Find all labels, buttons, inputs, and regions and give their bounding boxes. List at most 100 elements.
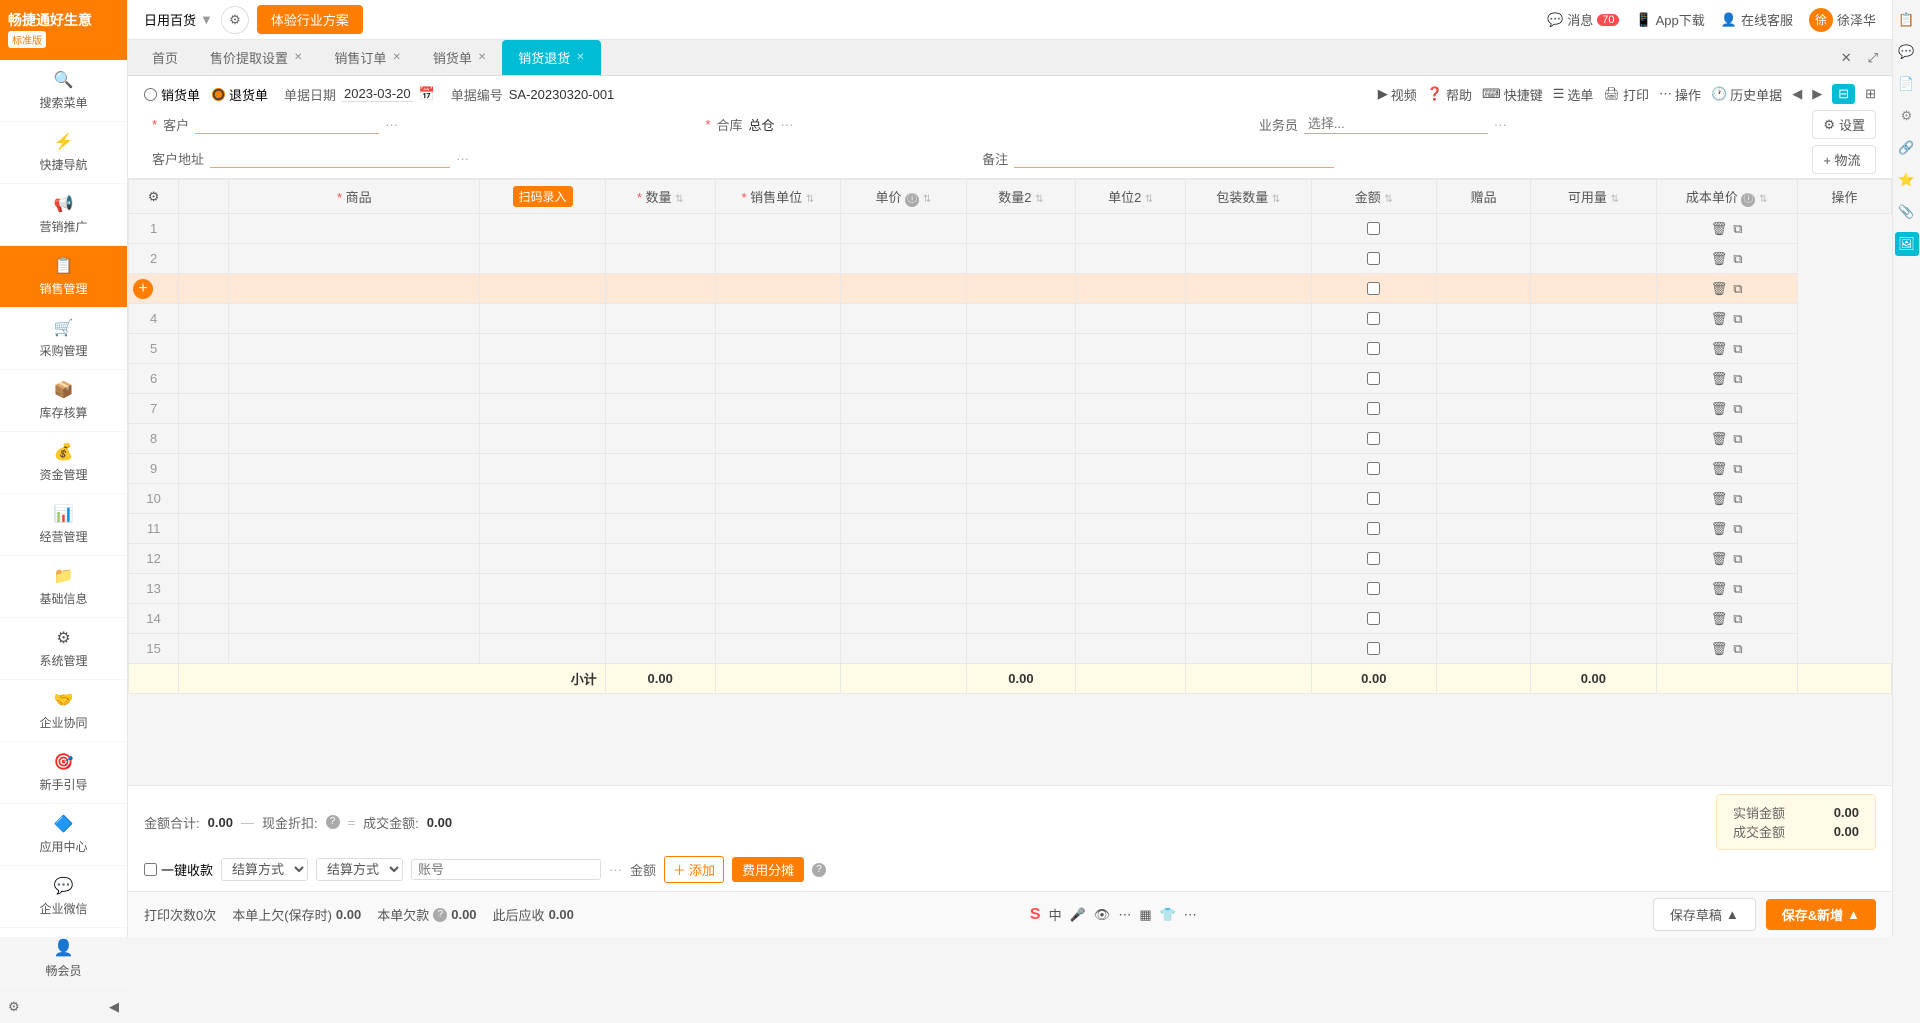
price-cell-13[interactable] — [715, 574, 840, 604]
price-cell-1[interactable] — [715, 214, 840, 244]
sidebar-item-14[interactable]: 👤畅会员 — [0, 928, 127, 990]
date-value[interactable]: 2023-03-20 — [342, 86, 413, 102]
panel-btn-1[interactable]: 📋 — [1895, 8, 1919, 32]
return-radio-input[interactable] — [212, 88, 225, 101]
amount-cell-6[interactable] — [1186, 364, 1311, 394]
sidebar-item-0[interactable]: 🔍搜索菜单 — [0, 60, 127, 122]
unit-cell-2[interactable] — [605, 244, 715, 274]
product-input-15[interactable] — [183, 641, 224, 656]
delete-icon-10[interactable]: 🗑 — [1711, 491, 1728, 507]
copy-icon-4[interactable]: ⧉ — [1733, 311, 1742, 327]
qty2-cell-2[interactable] — [841, 244, 966, 274]
avail-sort-icon[interactable]: ⇅ — [1610, 194, 1618, 205]
return-radio[interactable]: 退货单 — [212, 85, 268, 104]
sidebar-item-12[interactable]: 🔷应用中心 — [0, 804, 127, 866]
qty2-cell-8[interactable] — [841, 424, 966, 454]
unit-cell-11[interactable] — [605, 514, 715, 544]
product-input-13[interactable] — [183, 581, 224, 596]
gift-cell-9[interactable] — [1311, 454, 1436, 484]
sidebar-item-9[interactable]: ⚙系统管理 — [0, 618, 127, 680]
copy-icon-15[interactable]: ⧉ — [1733, 641, 1742, 657]
gift-cell-3[interactable] — [1311, 274, 1436, 304]
delete-icon-9[interactable]: 🗑 — [1711, 461, 1728, 477]
gift-checkbox-3[interactable] — [1367, 282, 1380, 295]
gift-checkbox-5[interactable] — [1367, 342, 1380, 355]
qty-cell-1[interactable] — [480, 214, 605, 244]
amount-cell-8[interactable] — [1186, 424, 1311, 454]
amount-cell-5[interactable] — [1186, 334, 1311, 364]
amount-cell-15[interactable] — [1186, 634, 1311, 664]
salesperson-picker[interactable]: ··· — [1494, 117, 1507, 132]
sidebar-item-7[interactable]: 📊经营管理 — [0, 494, 127, 556]
unit2-cell-13[interactable] — [966, 574, 1076, 604]
gift-checkbox-13[interactable] — [1367, 582, 1380, 595]
collapse-icon[interactable]: ◀ — [109, 999, 119, 1015]
unit-cell-12[interactable] — [605, 544, 715, 574]
panel-btn-6[interactable]: ⭐ — [1895, 168, 1919, 192]
price-cell-11[interactable] — [715, 514, 840, 544]
price-cell-10[interactable] — [715, 484, 840, 514]
unit2-cell-14[interactable] — [966, 604, 1076, 634]
next-record-icon[interactable]: ▶ — [1812, 86, 1822, 102]
qty2-sort-icon[interactable]: ⇅ — [1035, 194, 1043, 205]
expense-help-icon[interactable]: ? — [812, 863, 826, 877]
product-cell-9[interactable] — [179, 454, 229, 484]
grid-view-btn[interactable]: ⊟ — [1832, 84, 1855, 104]
account-select[interactable]: 结算方式 — [316, 858, 403, 881]
price-cell-4[interactable] — [715, 304, 840, 334]
qty2-cell-15[interactable] — [841, 634, 966, 664]
product-cell-14[interactable] — [179, 604, 229, 634]
pack-cell-3[interactable] — [1076, 274, 1186, 304]
unit2-cell-9[interactable] — [966, 454, 1076, 484]
gift-cell-5[interactable] — [1311, 334, 1436, 364]
video-btn[interactable]: ▶ 视频 — [1378, 85, 1417, 104]
delete-icon-8[interactable]: 🗑 — [1711, 431, 1728, 447]
qty-cell-9[interactable] — [480, 454, 605, 484]
product-input-1[interactable] — [183, 221, 224, 236]
amount-cell-12[interactable] — [1186, 544, 1311, 574]
qty-cell-5[interactable] — [480, 334, 605, 364]
gift-cell-10[interactable] — [1311, 484, 1436, 514]
unit2-cell-8[interactable] — [966, 424, 1076, 454]
product-cell-5[interactable] — [179, 334, 229, 364]
copy-icon-9[interactable]: ⧉ — [1733, 461, 1742, 477]
price-cell-12[interactable] — [715, 544, 840, 574]
price-sort-icon[interactable]: ⇅ — [923, 194, 931, 205]
history-btn[interactable]: 🕐 历史单据 — [1711, 85, 1782, 104]
product-input-5[interactable] — [183, 341, 224, 356]
panel-btn-3[interactable]: 📄 — [1895, 72, 1919, 96]
delete-icon-3[interactable]: 🗑 — [1711, 281, 1728, 297]
unit2-cell-12[interactable] — [966, 544, 1076, 574]
gift-cell-13[interactable] — [1311, 574, 1436, 604]
product-cell-15[interactable] — [179, 634, 229, 664]
online-service-item[interactable]: 👤 在线客服 — [1721, 10, 1793, 29]
shortcut-btn[interactable]: ⌨ 快捷键 — [1482, 85, 1543, 104]
delete-icon-4[interactable]: 🗑 — [1711, 311, 1728, 327]
tab-0[interactable]: 首页 — [136, 40, 194, 75]
gift-checkbox-6[interactable] — [1367, 372, 1380, 385]
gift-checkbox-10[interactable] — [1367, 492, 1380, 505]
copy-icon-2[interactable]: ⧉ — [1733, 251, 1742, 267]
pack-cell-13[interactable] — [1076, 574, 1186, 604]
select-btn[interactable]: ☰ 选单 — [1553, 85, 1594, 104]
sale-radio[interactable]: 销货单 — [144, 85, 200, 104]
pack-cell-14[interactable] — [1076, 604, 1186, 634]
gift-checkbox-8[interactable] — [1367, 432, 1380, 445]
qty-cell-2[interactable] — [480, 244, 605, 274]
unit-cell-5[interactable] — [605, 334, 715, 364]
gift-checkbox-1[interactable] — [1367, 222, 1380, 235]
gift-cell-4[interactable] — [1311, 304, 1436, 334]
delete-icon-5[interactable]: 🗑 — [1711, 341, 1728, 357]
tab-close-2[interactable]: ✕ — [392, 52, 400, 63]
unit2-cell-5[interactable] — [966, 334, 1076, 364]
cost-info-icon[interactable]: ⓘ — [1741, 193, 1755, 207]
gift-checkbox-11[interactable] — [1367, 522, 1380, 535]
add-button[interactable]: ＋ 添加 — [664, 856, 724, 883]
tab-1[interactable]: 售价提取设置✕ — [194, 40, 318, 75]
qty2-cell-6[interactable] — [841, 364, 966, 394]
sidebar-item-10[interactable]: 🤝企业协同 — [0, 680, 127, 742]
cost-sort-icon[interactable]: ⇅ — [1759, 194, 1767, 205]
price-cell-5[interactable] — [715, 334, 840, 364]
pack-cell-4[interactable] — [1076, 304, 1186, 334]
unit2-cell-1[interactable] — [966, 214, 1076, 244]
